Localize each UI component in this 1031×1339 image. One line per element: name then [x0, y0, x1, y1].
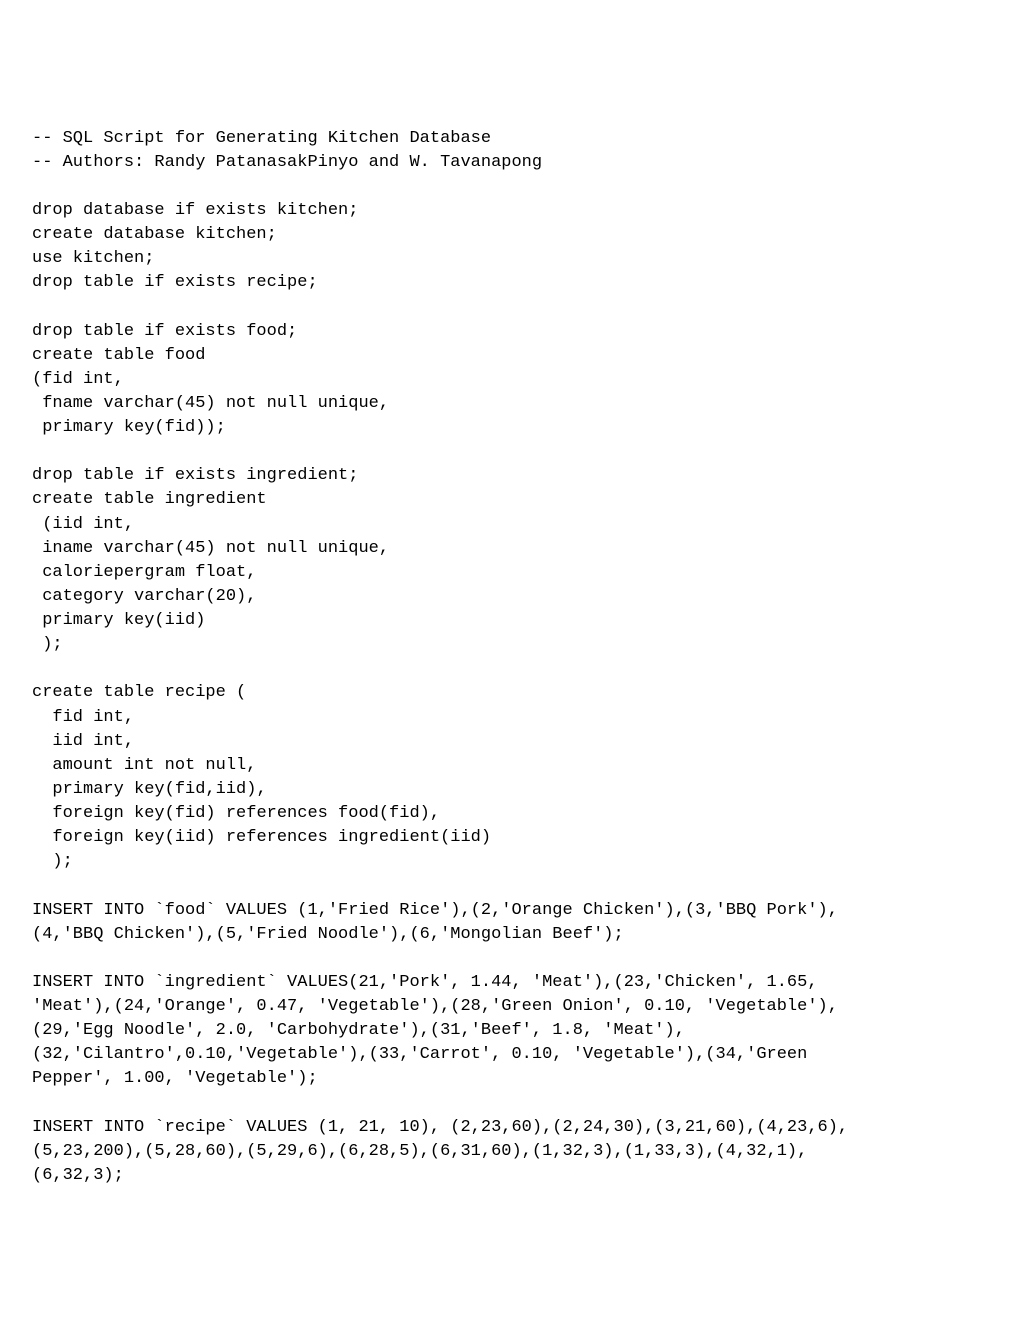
- sql-insert-statement: INSERT INTO `ingredient` VALUES(21,'Pork…: [32, 973, 818, 992]
- sql-script-block: -- SQL Script for Generating Kitchen Dat…: [32, 127, 999, 1189]
- sql-statement: use kitchen;: [32, 249, 154, 268]
- sql-statement: );: [32, 852, 73, 871]
- sql-insert-statement: INSERT INTO `food` VALUES (1,'Fried Rice…: [32, 901, 838, 920]
- sql-insert-statement: (32,'Cilantro',0.10,'Vegetable'),(33,'Ca…: [32, 1045, 807, 1064]
- comment-line: -- SQL Script for Generating Kitchen Dat…: [32, 129, 491, 148]
- sql-statement: create table food: [32, 346, 205, 365]
- sql-statement: create table ingredient: [32, 490, 267, 509]
- sql-statement: foreign key(fid) references food(fid),: [32, 804, 440, 823]
- sql-statement: caloriepergram float,: [32, 563, 256, 582]
- sql-statement: primary key(fid,iid),: [32, 780, 267, 799]
- sql-statement: drop table if exists recipe;: [32, 273, 318, 292]
- sql-statement: iid int,: [32, 732, 134, 751]
- sql-insert-statement: (4,'BBQ Chicken'),(5,'Fried Noodle'),(6,…: [32, 925, 624, 944]
- comment-line: -- Authors: Randy PatanasakPinyo and W. …: [32, 153, 542, 172]
- sql-statement: fname varchar(45) not null unique,: [32, 394, 389, 413]
- sql-statement: iname varchar(45) not null unique,: [32, 539, 389, 558]
- sql-statement: create table recipe (: [32, 683, 246, 702]
- sql-statement: category varchar(20),: [32, 587, 256, 606]
- sql-insert-statement: INSERT INTO `recipe` VALUES (1, 21, 10),…: [32, 1118, 848, 1137]
- sql-insert-statement: (5,23,200),(5,28,60),(5,29,6),(6,28,5),(…: [32, 1142, 807, 1161]
- sql-statement: create database kitchen;: [32, 225, 277, 244]
- sql-insert-statement: (29,'Egg Noodle', 2.0, 'Carbohydrate'),(…: [32, 1021, 685, 1040]
- sql-statement: primary key(iid): [32, 611, 205, 630]
- sql-insert-statement: (6,32,3);: [32, 1166, 124, 1185]
- sql-statement: drop database if exists kitchen;: [32, 201, 358, 220]
- sql-statement: drop table if exists ingredient;: [32, 466, 358, 485]
- sql-statement: fid int,: [32, 708, 134, 727]
- sql-statement: (fid int,: [32, 370, 124, 389]
- sql-statement: (iid int,: [32, 515, 134, 534]
- sql-statement: drop table if exists food;: [32, 322, 297, 341]
- sql-insert-statement: Pepper', 1.00, 'Vegetable');: [32, 1069, 318, 1088]
- sql-insert-statement: 'Meat'),(24,'Orange', 0.47, 'Vegetable')…: [32, 997, 838, 1016]
- sql-statement: );: [32, 635, 63, 654]
- sql-statement: primary key(fid));: [32, 418, 226, 437]
- sql-statement: foreign key(iid) references ingredient(i…: [32, 828, 491, 847]
- sql-statement: amount int not null,: [32, 756, 256, 775]
